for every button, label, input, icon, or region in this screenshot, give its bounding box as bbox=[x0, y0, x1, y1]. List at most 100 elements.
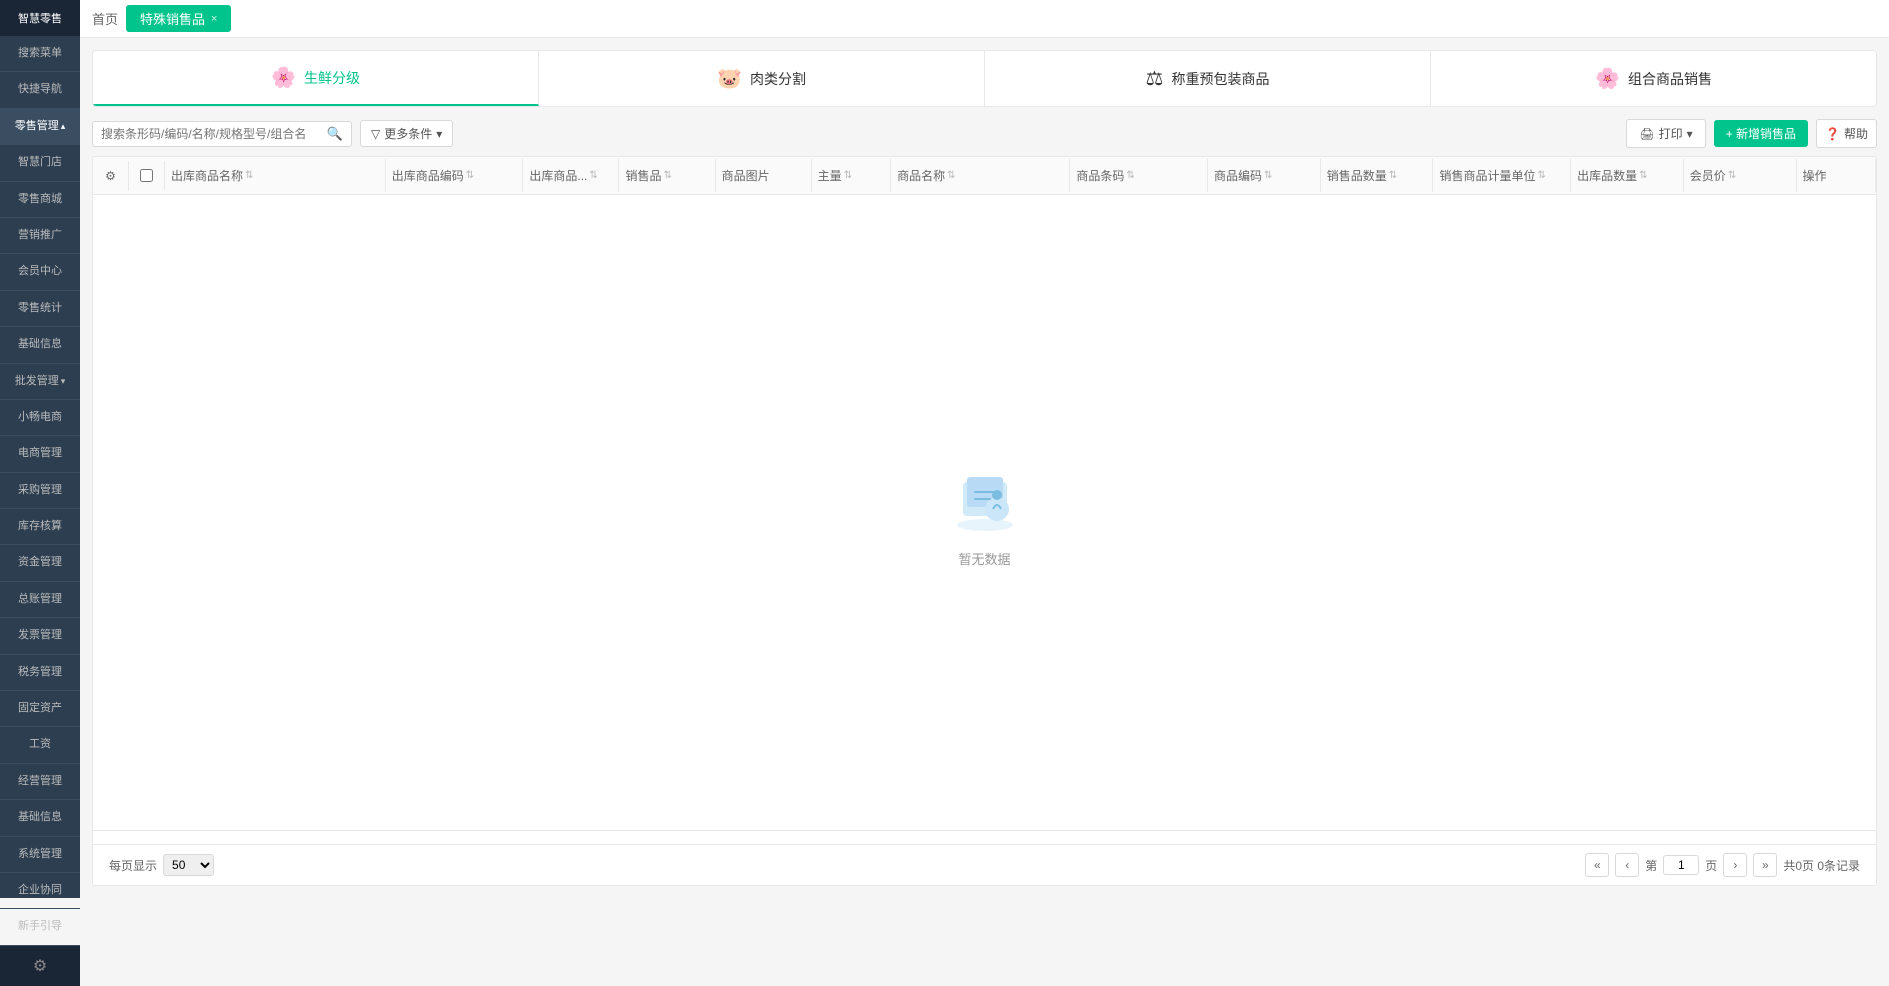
sidebar-item-marketing[interactable]: 营销推广 bbox=[0, 218, 80, 254]
sidebar-item-guide[interactable]: 新手引导 bbox=[0, 909, 80, 945]
sidebar-item-purchase[interactable]: 采购管理 bbox=[0, 473, 80, 509]
sidebar-item-fixed-assets[interactable]: 固定资产 bbox=[0, 691, 80, 727]
sort-icon[interactable]: ⇅ bbox=[1389, 170, 1397, 181]
sort-icon[interactable]: ⇅ bbox=[245, 170, 253, 181]
sidebar-item-collab[interactable]: 企业协同 bbox=[0, 873, 80, 909]
sort-icon[interactable]: ⇅ bbox=[1126, 170, 1134, 181]
empty-illustration bbox=[945, 457, 1025, 537]
content-area: 🌸 生鲜分级 🐷 肉类分割 ⚖ 称重预包装商品 🌸 组合商品销售 🔍 bbox=[80, 38, 1889, 898]
sidebar: 智慧零售 搜索菜单 快捷导航 零售管理 ▴ 智慧门店 零售商城 营销推广 会员中… bbox=[0, 0, 80, 898]
topbar-active-tab[interactable]: 特殊销售品 × bbox=[126, 5, 231, 32]
toolbar-left: 🔍 ▽ 更多条件 ▾ bbox=[92, 120, 453, 147]
topbar-tab-label: 特殊销售品 bbox=[140, 9, 205, 28]
main-area: 首页 特殊销售品 × 🌸 生鲜分级 🐷 肉类分割 ⚖ 称重预包装商品 🌸 组合商… bbox=[80, 0, 1889, 898]
sidebar-logo: 智慧零售 bbox=[0, 0, 80, 36]
col-image: 商品图片 bbox=[716, 159, 812, 192]
add-button[interactable]: + 新增销售品 bbox=[1714, 120, 1808, 147]
sidebar-item-inventory[interactable]: 库存核算 bbox=[0, 509, 80, 545]
print-label: 打印 bbox=[1659, 125, 1683, 142]
sort-icon[interactable]: ⇅ bbox=[844, 170, 852, 181]
select-all-checkbox[interactable] bbox=[140, 169, 153, 182]
next-page-button[interactable]: › bbox=[1723, 853, 1747, 877]
topbar-home-link[interactable]: 首页 bbox=[92, 9, 118, 28]
sort-icon[interactable]: ⇅ bbox=[1728, 170, 1736, 181]
toolbar: 🔍 ▽ 更多条件 ▾ 🖨 打印 ▾ + 新增销售品 ❓ bbox=[92, 119, 1877, 148]
sidebar-item-basic-info-1[interactable]: 基础信息 bbox=[0, 327, 80, 363]
sidebar-item-finance[interactable]: 资金管理 bbox=[0, 545, 80, 581]
search-icon[interactable]: 🔍 bbox=[327, 126, 343, 142]
col-barcode: 商品条码 ⇅ bbox=[1070, 159, 1208, 192]
sidebar-item-search[interactable]: 搜索菜单 bbox=[0, 36, 80, 72]
sidebar-item-smart-store[interactable]: 智慧门店 bbox=[0, 145, 80, 181]
sidebar-item-basic-info-2[interactable]: 基础信息 bbox=[0, 800, 80, 836]
last-page-button[interactable]: » bbox=[1753, 853, 1777, 877]
sort-icon[interactable]: ⇅ bbox=[1537, 170, 1545, 181]
settings-icon[interactable]: ⚙ bbox=[0, 946, 80, 986]
sidebar-item-system[interactable]: 系统管理 bbox=[0, 837, 80, 873]
help-button[interactable]: ❓ 帮助 bbox=[1816, 119, 1877, 148]
combo-icon: 🌸 bbox=[1595, 66, 1620, 91]
cat-tab-fresh-label: 生鲜分级 bbox=[304, 68, 360, 88]
cat-tab-weighed-label: 称重预包装商品 bbox=[1171, 69, 1269, 89]
current-page-input[interactable] bbox=[1663, 855, 1699, 875]
col-check[interactable] bbox=[129, 161, 165, 190]
col-weight: 主量 ⇅ bbox=[812, 159, 891, 192]
sidebar-item-ecommerce-mgmt[interactable]: 电商管理 bbox=[0, 436, 80, 472]
help-icon: ❓ bbox=[1825, 127, 1840, 141]
filter-button[interactable]: ▽ 更多条件 ▾ bbox=[360, 120, 453, 147]
prev-page-button[interactable]: ‹ bbox=[1615, 853, 1639, 877]
sort-icon[interactable]: ⇅ bbox=[664, 170, 672, 181]
data-table: ⚙ 出库商品名称 ⇅ 出库商品编码 ⇅ 出库商品... ⇅ 销售品 bbox=[92, 156, 1877, 886]
cat-tab-combo[interactable]: 🌸 组合商品销售 bbox=[1431, 51, 1876, 106]
sidebar-item-tax[interactable]: 税务管理 bbox=[0, 655, 80, 691]
col-saleqty: 销售品数量 ⇅ bbox=[1321, 159, 1434, 192]
weighed-icon: ⚖ bbox=[1146, 66, 1164, 91]
close-tab-icon[interactable]: × bbox=[211, 13, 217, 25]
sidebar-item-member[interactable]: 会员中心 bbox=[0, 254, 80, 290]
toolbar-right: 🖨 打印 ▾ + 新增销售品 ❓ 帮助 bbox=[1626, 119, 1877, 148]
page-size-select[interactable]: 50 10 20 100 bbox=[163, 854, 214, 876]
sidebar-item-payroll[interactable]: 工资 bbox=[0, 727, 80, 763]
sidebar-item-retail-stats[interactable]: 零售统计 bbox=[0, 291, 80, 327]
fresh-icon: 🌸 bbox=[271, 65, 296, 90]
search-input[interactable] bbox=[101, 127, 327, 141]
meat-icon: 🐷 bbox=[717, 66, 742, 91]
col-outqty: 出库品数量 ⇅ bbox=[1571, 159, 1684, 192]
empty-text: 暂无数据 bbox=[958, 549, 1010, 568]
total-text: 共0页 0条记录 bbox=[1783, 857, 1860, 874]
sidebar-item-invoice[interactable]: 发票管理 bbox=[0, 618, 80, 654]
sort-icon[interactable]: ⇅ bbox=[1264, 170, 1272, 181]
sidebar-item-quicknav[interactable]: 快捷导航 bbox=[0, 72, 80, 108]
filter-icon: ▽ bbox=[371, 127, 380, 141]
sort-icon[interactable]: ⇅ bbox=[947, 170, 955, 181]
search-box[interactable]: 🔍 bbox=[92, 121, 352, 147]
table-header: ⚙ 出库商品名称 ⇅ 出库商品编码 ⇅ 出库商品... ⇅ 销售品 bbox=[93, 157, 1876, 195]
cat-tab-meat[interactable]: 🐷 肉类分割 bbox=[539, 51, 985, 106]
sort-icon[interactable]: ⇅ bbox=[589, 170, 597, 181]
page-size-label: 每页显示 bbox=[109, 857, 157, 874]
col-outdetail: 出库商品... ⇅ bbox=[523, 159, 619, 192]
sort-icon[interactable]: ⇅ bbox=[1639, 170, 1647, 181]
sort-icon[interactable]: ⇅ bbox=[466, 170, 474, 181]
category-tabs: 🌸 生鲜分级 🐷 肉类分割 ⚖ 称重预包装商品 🌸 组合商品销售 bbox=[92, 50, 1877, 107]
sidebar-item-ledger[interactable]: 总账管理 bbox=[0, 582, 80, 618]
retail-arrow-icon: ▴ bbox=[61, 120, 66, 133]
col-memberprice: 会员价 ⇅ bbox=[1684, 159, 1797, 192]
cat-tab-fresh[interactable]: 🌸 生鲜分级 bbox=[93, 51, 539, 106]
cat-tab-meat-label: 肉类分割 bbox=[750, 69, 806, 89]
horizontal-scrollbar[interactable] bbox=[93, 830, 1876, 844]
sidebar-item-business-mgmt[interactable]: 经营管理 bbox=[0, 764, 80, 800]
filter-arrow-icon: ▾ bbox=[436, 127, 442, 141]
sidebar-item-ecommerce-small[interactable]: 小畅电商 bbox=[0, 400, 80, 436]
page-label: 页 bbox=[1705, 857, 1717, 874]
pagination-bar: 每页显示 50 10 20 100 « ‹ 第 页 › » 共 bbox=[93, 844, 1876, 885]
first-page-button[interactable]: « bbox=[1585, 853, 1609, 877]
sidebar-item-retail[interactable]: 零售管理 ▴ bbox=[0, 109, 80, 145]
topbar: 首页 特殊销售品 × bbox=[80, 0, 1889, 38]
print-button[interactable]: 🖨 打印 ▾ bbox=[1626, 119, 1705, 148]
cat-tab-weighed[interactable]: ⚖ 称重预包装商品 bbox=[985, 51, 1431, 106]
add-label: + 新增销售品 bbox=[1726, 125, 1796, 142]
sidebar-item-retail-mall[interactable]: 零售商城 bbox=[0, 182, 80, 218]
sidebar-item-wholesale[interactable]: 批发管理 ▾ bbox=[0, 364, 80, 400]
col-gear[interactable]: ⚙ bbox=[93, 161, 129, 191]
